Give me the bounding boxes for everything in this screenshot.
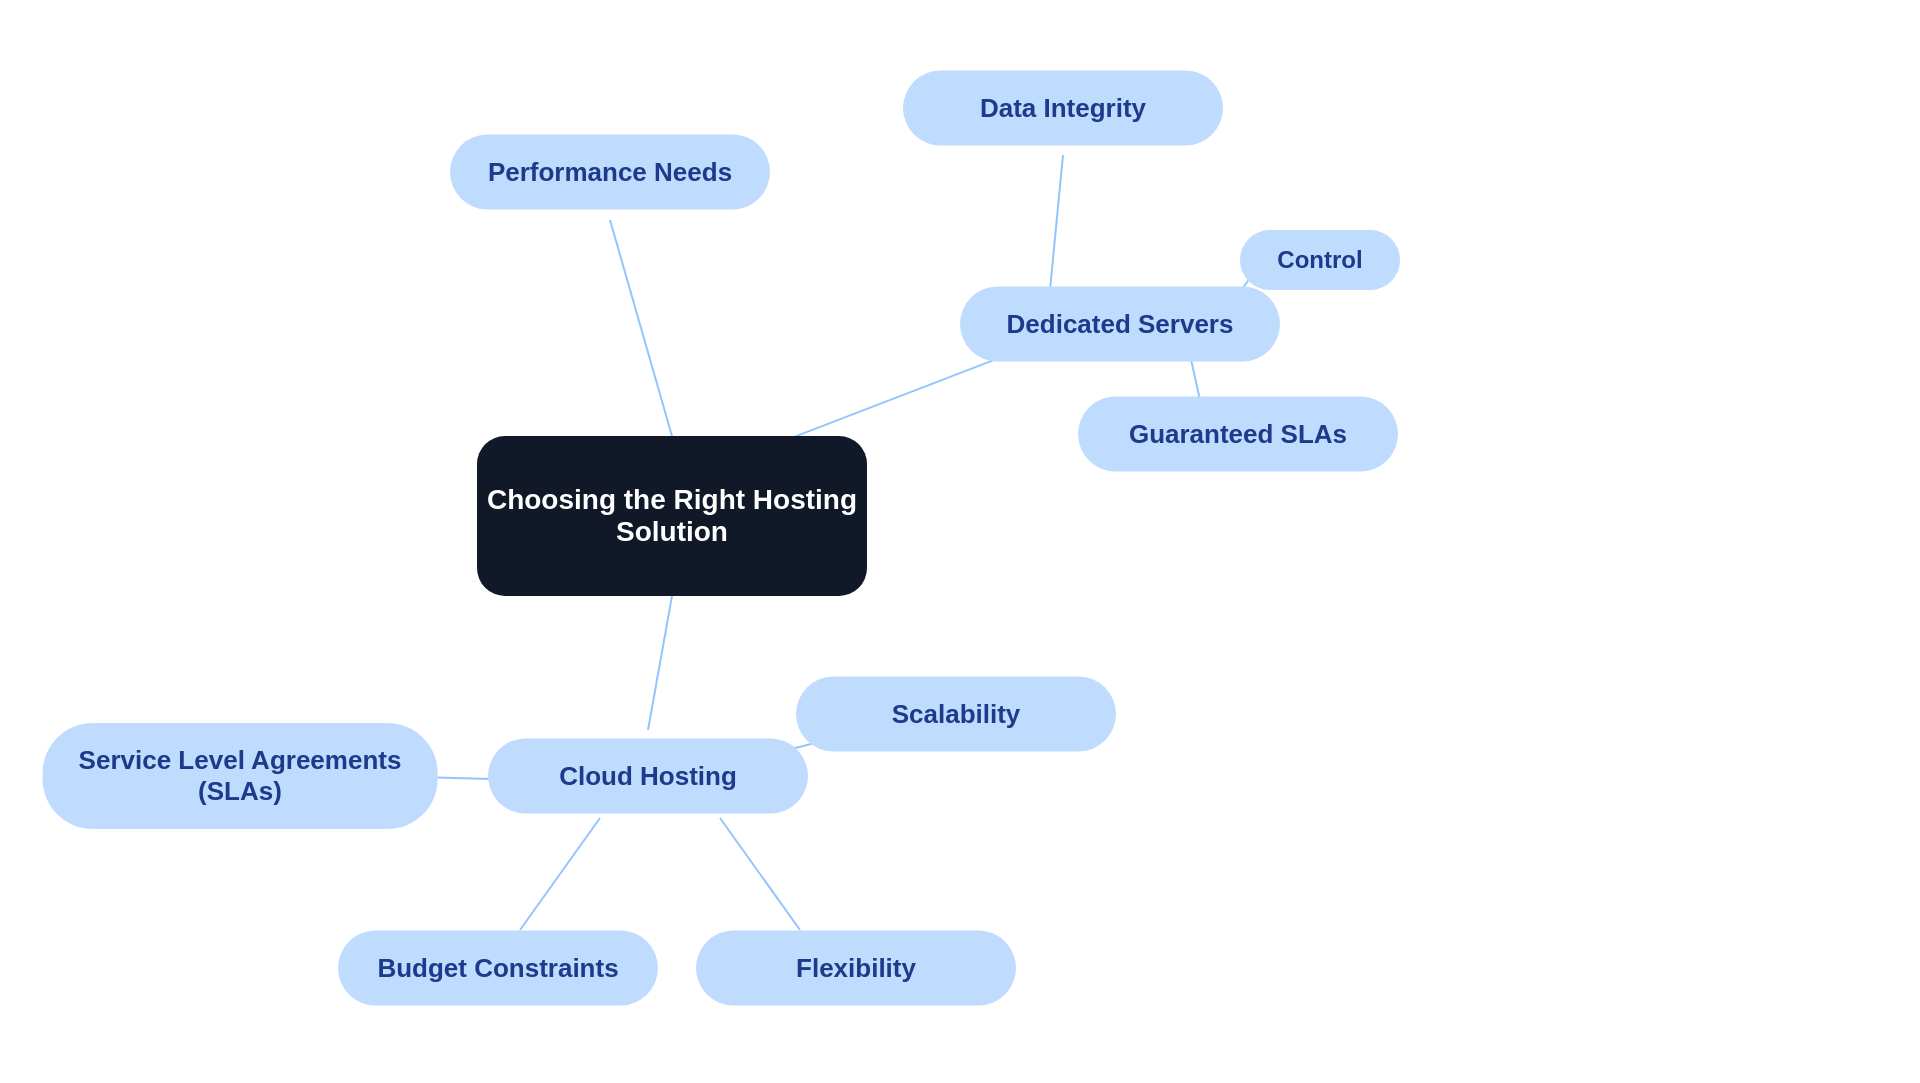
svg-line-0 [610,220,672,436]
performance-needs-node[interactable]: Performance Needs [450,135,770,210]
svg-line-9 [520,818,600,930]
data-integrity-node[interactable]: Data Integrity [903,71,1223,146]
svg-line-8 [720,818,800,930]
scalability-node[interactable]: Scalability [796,677,1116,752]
svg-line-2 [1050,155,1063,290]
svg-line-5 [648,596,672,730]
mind-map-container: Choosing the Right HostingSolution Perfo… [0,0,1920,1083]
svg-line-4 [1190,355,1200,400]
flexibility-node[interactable]: Flexibility [696,931,1016,1006]
central-node[interactable]: Choosing the Right HostingSolution [477,436,867,596]
control-node[interactable]: Control [1240,230,1400,290]
service-level-agreements-node[interactable]: Service Level Agreements(SLAs) [43,723,438,829]
guaranteed-slas-node[interactable]: Guaranteed SLAs [1078,397,1398,472]
connections-svg [0,0,1920,1083]
dedicated-servers-node[interactable]: Dedicated Servers [960,287,1280,362]
budget-constraints-node[interactable]: Budget Constraints [338,931,658,1006]
cloud-hosting-node[interactable]: Cloud Hosting [488,739,808,814]
svg-line-1 [760,350,1020,450]
